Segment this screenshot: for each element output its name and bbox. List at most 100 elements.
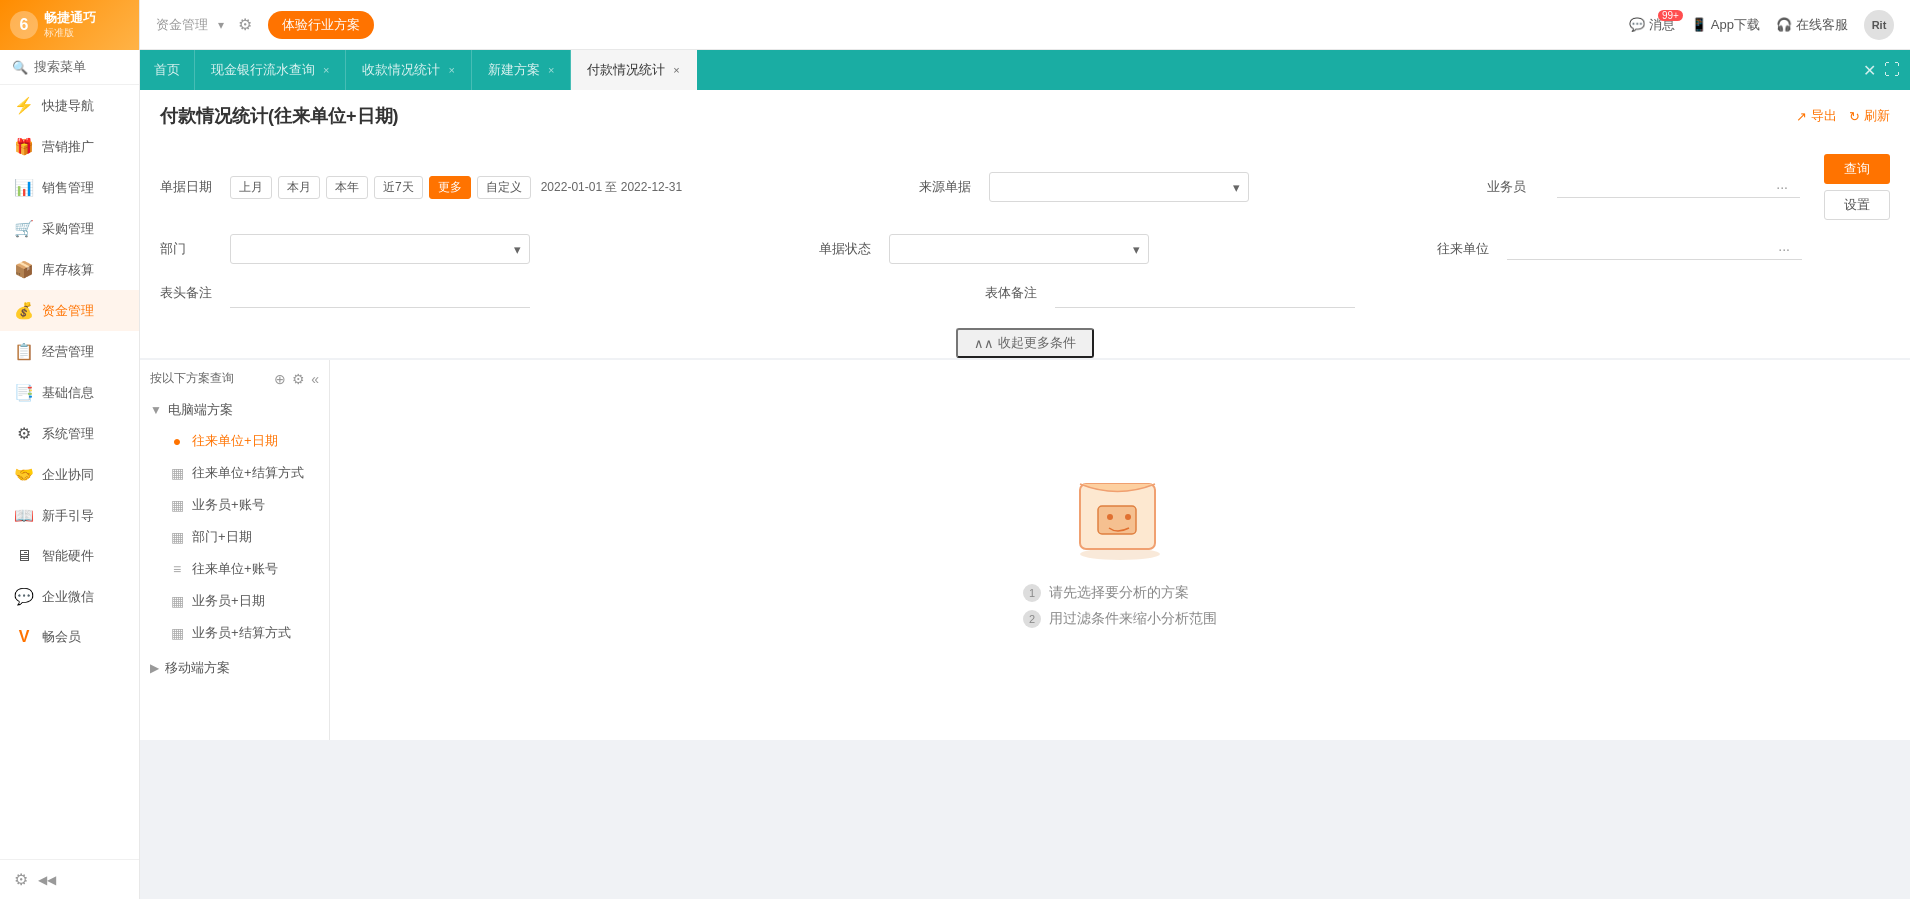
expand-icon: ▼ <box>150 403 162 417</box>
scheme-item-salesperson-settle[interactable]: ▦ 业务员+结算方式 <box>140 617 329 649</box>
maximize-icon[interactable]: ⛶ <box>1884 61 1900 79</box>
salesperson-dots[interactable]: ··· <box>1770 177 1794 197</box>
headset-icon: 🎧 <box>1776 17 1792 32</box>
online-service-btn[interactable]: 🎧 在线客服 <box>1776 16 1848 34</box>
export-icon: ↗ <box>1796 109 1807 124</box>
empty-hint: 1 请先选择要分析的方案 2 用过滤条件来缩小分析范围 <box>1023 584 1217 636</box>
date-btn-this-month[interactable]: 本月 <box>278 176 320 199</box>
scheme-panel-title: 按以下方案查询 <box>150 370 234 387</box>
settings-bottom-icon[interactable]: ⚙ <box>14 870 28 889</box>
topbar-right: 💬 消息 99+ 📱 App下载 🎧 在线客服 Rit <box>1629 10 1894 40</box>
quick-nav-icon: ⚡ <box>14 96 34 115</box>
scheme-collapse-icon[interactable]: « <box>311 371 319 387</box>
sidebar-item-quick-nav[interactable]: ⚡ 快捷导航 <box>0 85 139 126</box>
export-btn[interactable]: ↗ 导出 <box>1796 107 1837 125</box>
date-btn-custom[interactable]: 自定义 <box>477 176 531 199</box>
marketing-icon: 🎁 <box>14 137 34 156</box>
sidebar-item-member[interactable]: V 畅会员 <box>0 617 139 657</box>
content-area: 按以下方案查询 ⊕ ⚙ « ▼ 电脑端方案 ● 往来单位+日期 <box>140 360 1910 740</box>
scheme-group-pc[interactable]: ▼ 电脑端方案 <box>140 395 329 425</box>
sidebar-item-purchase[interactable]: 🛒 采购管理 <box>0 208 139 249</box>
doc-status-select[interactable]: ▾ <box>889 234 1149 264</box>
query-btn[interactable]: 查询 <box>1824 154 1890 184</box>
date-btn-more[interactable]: 更多 <box>429 176 471 199</box>
refresh-btn[interactable]: ↻ 刷新 <box>1849 107 1890 125</box>
scheme-item-salesperson-account[interactable]: ▦ 业务员+账号 <box>140 489 329 521</box>
source-dropdown-icon: ▾ <box>1233 180 1240 195</box>
sidebar-item-system[interactable]: ⚙ 系统管理 <box>0 413 139 454</box>
scheme-item-salesperson-date[interactable]: ▦ 业务员+日期 <box>140 585 329 617</box>
tab-payment-stats[interactable]: 付款情况统计 × <box>571 50 696 90</box>
empty-svg <box>1060 464 1180 564</box>
breadcrumb-dropdown-icon[interactable]: ▾ <box>218 18 224 32</box>
source-select[interactable]: ▾ <box>989 172 1249 202</box>
collapse-sidebar-icon[interactable]: ◀◀ <box>38 873 56 887</box>
sidebar-item-operations[interactable]: 📋 经营管理 <box>0 331 139 372</box>
sidebar-item-basic-info[interactable]: 📑 基础信息 <box>0 372 139 413</box>
tab-close-cash-flow[interactable]: × <box>323 64 329 76</box>
capital-icon: 💰 <box>14 301 34 320</box>
date-btn-last-month[interactable]: 上月 <box>230 176 272 199</box>
scheme-item-icon-table-2: ▦ <box>168 497 186 513</box>
user-avatar[interactable]: Rit <box>1864 10 1894 40</box>
scheme-group-mobile[interactable]: ▶ 移动端方案 <box>140 653 329 683</box>
tab-close-new-plan[interactable]: × <box>548 64 554 76</box>
doc-status-dropdown-icon: ▾ <box>1133 242 1140 257</box>
sidebar-item-enterprise[interactable]: 🤝 企业协同 <box>0 454 139 495</box>
scheme-item-dept-date[interactable]: ▦ 部门+日期 <box>140 521 329 553</box>
expand-mobile-icon: ▶ <box>150 661 159 675</box>
tab-cash-flow[interactable]: 现金银行流水查询 × <box>195 50 346 90</box>
sidebar-search[interactable]: 🔍 搜索菜单 <box>0 50 139 85</box>
header-note-label: 表头备注 <box>160 284 230 302</box>
topbar: 资金管理 ▾ ⚙ 体验行业方案 💬 消息 99+ 📱 App下载 🎧 在线客服 … <box>140 0 1910 50</box>
message-btn[interactable]: 💬 消息 99+ <box>1629 16 1675 34</box>
date-range-display: 2022-01-01 至 2022-12-31 <box>541 179 682 196</box>
scheme-item-icon-table-5: ▦ <box>168 593 186 609</box>
scheme-item-partner-account[interactable]: ≡ 往来单位+账号 <box>140 553 329 585</box>
hint-num-1: 1 <box>1023 584 1041 602</box>
dept-dropdown-icon: ▾ <box>514 242 521 257</box>
scheme-panel-actions: ⊕ ⚙ « <box>274 371 319 387</box>
scheme-settings-icon[interactable]: ⚙ <box>292 371 305 387</box>
sidebar-item-capital[interactable]: 💰 资金管理 <box>0 290 139 331</box>
tab-receivable[interactable]: 收款情况统计 × <box>346 50 471 90</box>
topbar-gear-icon[interactable]: ⚙ <box>238 15 252 34</box>
page-title: 付款情况统计(往来单位+日期) <box>160 104 399 140</box>
sidebar-item-weixin[interactable]: 💬 企业微信 <box>0 576 139 617</box>
date-btn-7days[interactable]: 近7天 <box>374 176 423 199</box>
scheme-item-partner-settle[interactable]: ▦ 往来单位+结算方式 <box>140 457 329 489</box>
sidebar: 6 畅捷通巧 标准版 🔍 搜索菜单 ⚡ 快捷导航 🎁 营销推广 📊 销售管理 🛒… <box>0 0 140 899</box>
sidebar-item-guide[interactable]: 📖 新手引导 <box>0 495 139 536</box>
breadcrumb-text: 资金管理 <box>156 16 208 34</box>
date-btn-this-year[interactable]: 本年 <box>326 176 368 199</box>
scheme-panel: 按以下方案查询 ⊕ ⚙ « ▼ 电脑端方案 ● 往来单位+日期 <box>140 360 330 740</box>
tab-close-payment-stats[interactable]: × <box>673 64 679 76</box>
collapse-filter-btn[interactable]: ∧∧ 收起更多条件 <box>956 328 1094 358</box>
page-content: 付款情况统计(往来单位+日期) ↗ 导出 ↻ 刷新 单据日期 上月 <box>140 90 1910 899</box>
message-icon: 💬 <box>1629 17 1645 32</box>
purchase-icon: 🛒 <box>14 219 34 238</box>
sidebar-item-marketing[interactable]: 🎁 营销推广 <box>0 126 139 167</box>
salesperson-label: 业务员 <box>1487 178 1557 196</box>
scheme-item-partner-date[interactable]: ● 往来单位+日期 <box>140 425 329 457</box>
tab-close-receivable[interactable]: × <box>448 64 454 76</box>
tab-home[interactable]: 首页 <box>140 50 195 90</box>
sidebar-item-inventory[interactable]: 📦 库存核算 <box>0 249 139 290</box>
sidebar-item-hardware[interactable]: 🖥 智能硬件 <box>0 536 139 576</box>
date-label: 单据日期 <box>160 178 230 196</box>
logo-icon: 6 <box>10 11 38 39</box>
close-all-tabs-icon[interactable]: ✕ <box>1863 61 1876 80</box>
chevron-up-icon: ∧∧ <box>974 336 994 351</box>
hint-item-1: 1 请先选择要分析的方案 <box>1023 584 1217 602</box>
add-scheme-icon[interactable]: ⊕ <box>274 371 286 387</box>
sidebar-item-sales[interactable]: 📊 销售管理 <box>0 167 139 208</box>
app-download-btn[interactable]: 📱 App下载 <box>1691 16 1760 34</box>
tab-new-plan[interactable]: 新建方案 × <box>472 50 571 90</box>
inventory-icon: 📦 <box>14 260 34 279</box>
dept-select[interactable]: ▾ <box>230 234 530 264</box>
partner-dots[interactable]: ··· <box>1772 239 1796 259</box>
filter-section: 单据日期 上月 本月 本年 近7天 更多 自定义 2022-01-01 至 20… <box>140 140 1910 358</box>
scheme-item-icon-chart: ≡ <box>168 561 186 577</box>
setting-btn[interactable]: 设置 <box>1824 190 1890 220</box>
trial-btn[interactable]: 体验行业方案 <box>268 11 374 39</box>
